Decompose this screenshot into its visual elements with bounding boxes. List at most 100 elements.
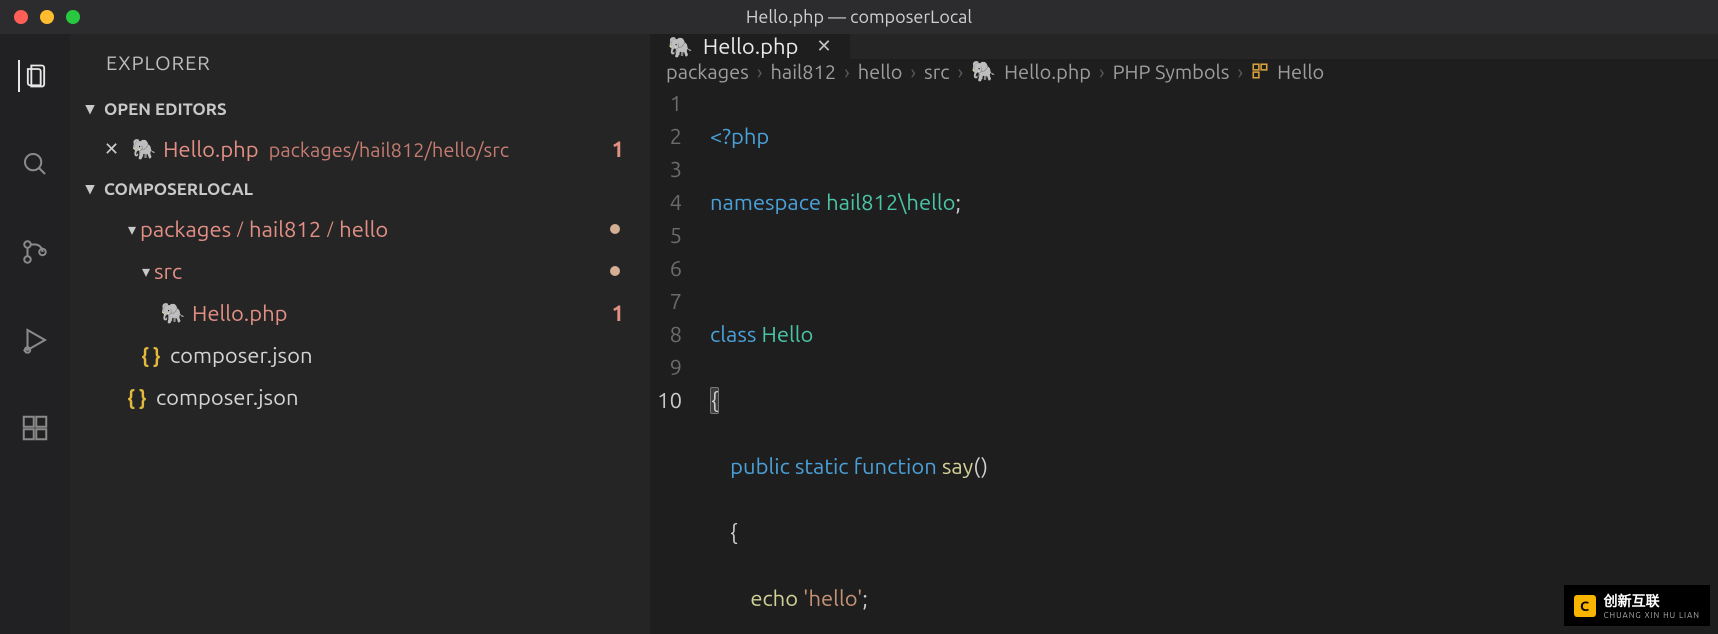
breadcrumb-item[interactable]: packages [666, 60, 749, 83]
line-number: 10 [650, 384, 682, 417]
line-number-gutter: 1 2 3 4 5 6 7 8 9 10 [650, 87, 710, 634]
modified-dot-icon [610, 224, 620, 234]
chevron-down-icon: ▾ [82, 99, 98, 119]
folder-label: src [154, 259, 182, 284]
code-token: { [730, 520, 737, 545]
code-token: () [973, 454, 988, 479]
code-token: namespace [710, 190, 821, 215]
chevron-down-icon: ▾ [82, 179, 98, 199]
activity-bar [0, 34, 70, 634]
code-token: ; [862, 586, 867, 611]
line-number: 3 [650, 153, 682, 186]
activity-explorer-icon[interactable] [18, 60, 50, 92]
code-line[interactable]: { [710, 516, 988, 549]
line-number: 5 [650, 219, 682, 252]
open-editors-label: OPEN EDITORS [104, 100, 227, 119]
breadcrumb-item[interactable]: Hello [1277, 60, 1324, 83]
breadcrumb-item[interactable]: src [924, 60, 950, 83]
line-number: 4 [650, 186, 682, 219]
chevron-right-icon: › [958, 60, 964, 83]
chevron-right-icon: › [844, 60, 850, 83]
activity-extensions-icon[interactable] [19, 412, 51, 444]
code-line[interactable]: <?php [710, 120, 988, 153]
close-editor-icon[interactable]: ✕ [104, 139, 119, 160]
open-editor-item[interactable]: ✕ 🐘 Hello.php packages/hail812/hello/src… [70, 128, 650, 170]
chevron-down-icon: ▾ [138, 262, 154, 281]
file-label: composer.json [170, 343, 313, 368]
chevron-right-icon: › [1099, 60, 1105, 83]
breadcrumb-item[interactable]: Hello.php [1004, 60, 1091, 83]
class-symbol-icon [1251, 62, 1269, 80]
code-token: Hello [762, 322, 814, 347]
modified-dot-icon [610, 266, 620, 276]
code-token: { [710, 387, 719, 414]
problems-count-badge: 1 [612, 137, 624, 162]
tree-file-hello-php[interactable]: 🐘 Hello.php 1 [70, 292, 650, 334]
code-token: 'hello' [803, 586, 862, 611]
open-editors-header[interactable]: ▾ OPEN EDITORS [70, 90, 650, 128]
close-tab-icon[interactable]: ✕ [816, 36, 831, 57]
logo-mark: C [1574, 595, 1596, 617]
maximize-window-button[interactable] [66, 10, 80, 24]
logo-subtext: CHUANG XIN HU LIAN [1604, 611, 1700, 620]
file-label: Hello.php [192, 301, 288, 326]
activity-run-debug-icon[interactable] [19, 324, 51, 356]
editor-tab-bar: 🐘 Hello.php ✕ [650, 34, 1718, 59]
tree-file-composer-json-root[interactable]: { } composer.json [70, 376, 650, 418]
code-token: echo [750, 586, 798, 611]
tree-folder-src[interactable]: ▾ src [70, 250, 650, 292]
code-line[interactable]: echo 'hello'; [710, 582, 988, 615]
window-title: Hello.php — composerLocal [746, 7, 972, 27]
path-separator: / [327, 220, 333, 238]
activity-search-icon[interactable] [19, 148, 51, 180]
php-file-icon: 🐘 [132, 137, 157, 161]
code-content[interactable]: <?php namespace hail812\hello; class Hel… [710, 87, 988, 634]
code-editor[interactable]: 1 2 3 4 5 6 7 8 9 10 <?php namespace hai… [650, 83, 1718, 634]
tree-folder-packages[interactable]: ▾ packages / hail812 / hello [70, 208, 650, 250]
explorer-sidebar: EXPLORER ▾ OPEN EDITORS ✕ 🐘 Hello.php pa… [70, 34, 650, 634]
code-token: <?php [710, 124, 769, 149]
breadcrumb-item[interactable]: PHP Symbols [1113, 60, 1230, 83]
line-number: 7 [650, 285, 682, 318]
code-token: static [795, 454, 849, 479]
activity-source-control-icon[interactable] [19, 236, 51, 268]
workspace-label: COMPOSERLOCAL [104, 180, 253, 199]
php-file-icon: 🐘 [668, 35, 693, 59]
code-line[interactable]: namespace hail812\hello; [710, 186, 988, 219]
chevron-down-icon: ▾ [124, 220, 140, 239]
editor-tab-hello-php[interactable]: 🐘 Hello.php ✕ [650, 34, 851, 59]
chevron-right-icon: › [910, 60, 916, 83]
code-token: class [710, 322, 756, 347]
traffic-lights [14, 10, 80, 24]
folder-segment: hello [339, 217, 388, 242]
path-separator: / [237, 220, 243, 238]
code-line[interactable]: { [710, 384, 988, 417]
line-number: 9 [650, 351, 682, 384]
code-token: say [942, 454, 973, 479]
file-label: composer.json [156, 385, 299, 410]
code-line[interactable]: public static function say() [710, 450, 988, 483]
title-bar: Hello.php — composerLocal [0, 0, 1718, 34]
minimize-window-button[interactable] [40, 10, 54, 24]
open-editor-file-name: Hello.php [163, 137, 259, 162]
json-file-icon: { } [141, 344, 160, 367]
line-number: 2 [650, 120, 682, 153]
line-number: 8 [650, 318, 682, 351]
php-file-icon: 🐘 [161, 301, 186, 325]
workspace-header[interactable]: ▾ COMPOSERLOCAL [70, 170, 650, 208]
code-token: public [730, 454, 790, 479]
breadcrumb-item[interactable]: hail812 [771, 60, 837, 83]
line-number: 1 [650, 87, 682, 120]
json-file-icon: { } [127, 386, 146, 409]
breadcrumb: packages › hail812 › hello › src › 🐘 Hel… [650, 59, 1718, 83]
breadcrumb-item[interactable]: hello [858, 60, 903, 83]
chevron-right-icon: › [757, 60, 763, 83]
problems-count-badge: 1 [612, 301, 624, 326]
code-line[interactable] [710, 252, 988, 285]
code-line[interactable]: class Hello [710, 318, 988, 351]
explorer-title: EXPLORER [70, 34, 650, 90]
close-window-button[interactable] [14, 10, 28, 24]
editor-area: 🐘 Hello.php ✕ packages › hail812 › hello… [650, 34, 1718, 634]
php-file-icon: 🐘 [971, 59, 996, 83]
tree-file-composer-json-inner[interactable]: { } composer.json [70, 334, 650, 376]
